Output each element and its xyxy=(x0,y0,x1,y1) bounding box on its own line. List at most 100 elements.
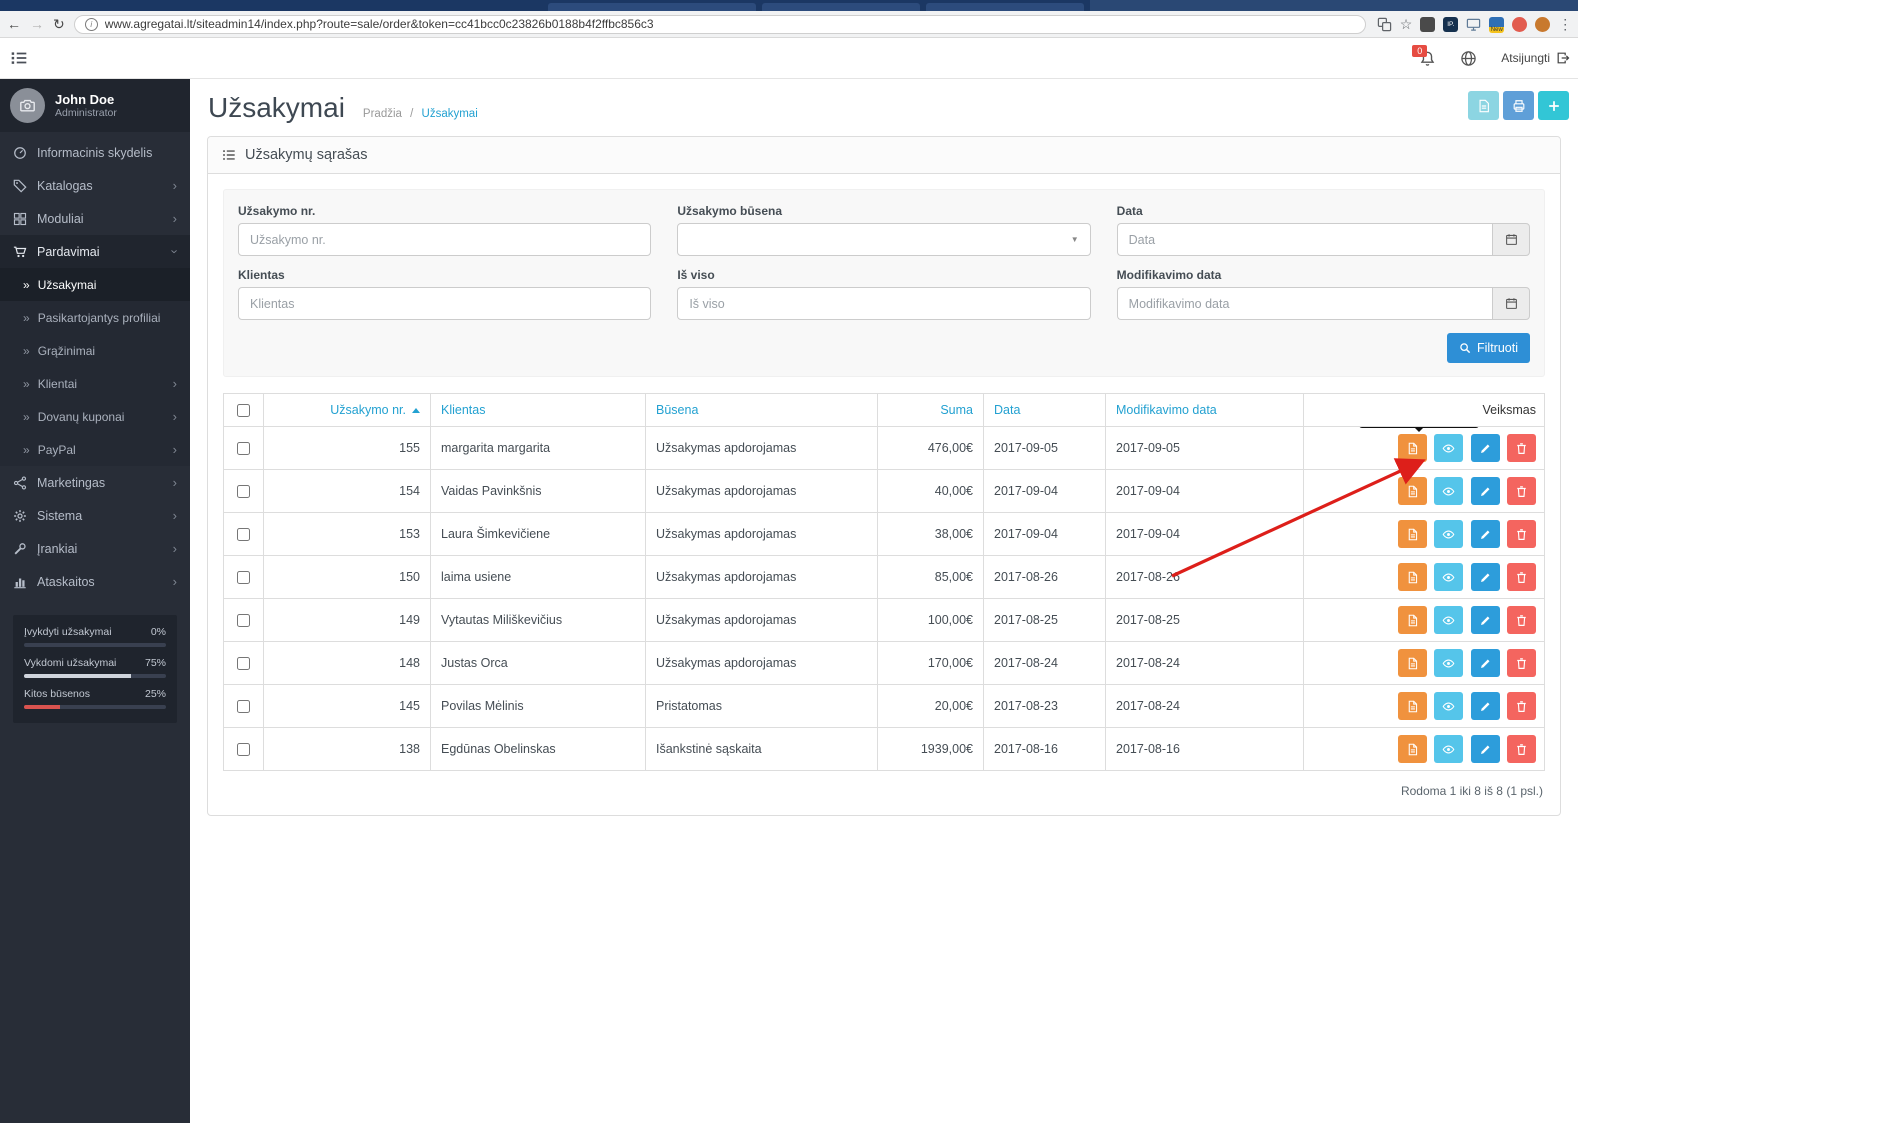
sidebar-item-dashboard[interactable]: Informacinis skydelis xyxy=(0,136,190,169)
view-order-button[interactable] xyxy=(1434,692,1464,720)
sidebar-item-reports[interactable]: Ataskaitos › xyxy=(0,565,190,598)
select-all-checkbox[interactable] xyxy=(237,404,250,418)
invoice-pdf-button[interactable] xyxy=(1397,692,1427,720)
date-calendar-button[interactable] xyxy=(1492,223,1530,256)
browser-menu-icon[interactable]: ⋮ xyxy=(1558,17,1572,31)
chevron-right-icon: › xyxy=(172,508,177,523)
browser-tab[interactable] xyxy=(548,3,756,11)
edit-order-button[interactable] xyxy=(1470,520,1500,548)
view-order-button[interactable] xyxy=(1434,735,1464,763)
new-badge-extension-icon[interactable]: New xyxy=(1489,16,1505,33)
sidebar-item-modules[interactable]: Moduliai › xyxy=(0,202,190,235)
sidebar-subitem-paypal[interactable]: » PayPal › xyxy=(0,433,190,466)
browser-address-bar[interactable]: i www.agregatai.lt/siteadmin14/index.php… xyxy=(73,14,1366,34)
delete-order-button[interactable] xyxy=(1507,606,1536,634)
sort-customer-link[interactable]: Klientas xyxy=(441,403,485,417)
translate-icon[interactable] xyxy=(1377,17,1392,32)
sidebar-item-tools[interactable]: Įrankiai › xyxy=(0,532,190,565)
edit-order-button[interactable] xyxy=(1470,735,1500,763)
invoice-pdf-button[interactable] xyxy=(1397,606,1427,634)
sidebar-item-system[interactable]: Sistema › xyxy=(0,499,190,532)
menu-toggle-button[interactable] xyxy=(10,49,28,67)
row-select-checkbox[interactable] xyxy=(237,528,250,542)
invoice-print-button[interactable] xyxy=(1468,91,1499,120)
order-status-select[interactable]: ▼ xyxy=(677,223,1091,256)
sidebar-subitem-gift-vouchers[interactable]: » Dovanų kuponai › xyxy=(0,400,190,433)
row-select-checkbox[interactable] xyxy=(237,614,250,628)
sort-order-nr-link[interactable]: Užsakymo nr. xyxy=(330,403,420,417)
sort-modified-link[interactable]: Modifikavimo data xyxy=(1116,403,1217,417)
sidebar-subitem-customers[interactable]: » Klientai › xyxy=(0,367,190,400)
date-input[interactable] xyxy=(1116,223,1492,256)
delete-order-button[interactable] xyxy=(1507,477,1536,505)
page-info-icon[interactable]: i xyxy=(84,17,98,31)
row-select-checkbox[interactable] xyxy=(237,442,250,456)
delete-order-button[interactable] xyxy=(1507,434,1536,462)
monitor-extension-icon[interactable] xyxy=(1466,17,1481,32)
edit-order-button[interactable] xyxy=(1470,434,1500,462)
trash-icon xyxy=(1515,657,1528,670)
edit-order-button[interactable] xyxy=(1470,692,1500,720)
view-order-button[interactable] xyxy=(1434,649,1464,677)
modified-cell: 2017-09-05 xyxy=(1105,426,1304,470)
browser-back-button[interactable]: ← xyxy=(7,17,21,31)
language-button[interactable] xyxy=(1460,50,1477,67)
sidebar-item-sales[interactable]: Pardavimai › xyxy=(0,235,190,268)
view-order-button[interactable] xyxy=(1434,606,1464,634)
invoice-pdf-button[interactable] xyxy=(1397,434,1427,462)
row-select-checkbox[interactable] xyxy=(237,743,250,757)
filter-button[interactable]: Filtruoti xyxy=(1447,333,1530,363)
edit-order-button[interactable] xyxy=(1470,563,1500,591)
sort-total-link[interactable]: Suma xyxy=(940,403,973,417)
add-order-button[interactable] xyxy=(1538,91,1569,120)
edit-order-button[interactable] xyxy=(1470,649,1500,677)
sort-date-link[interactable]: Data xyxy=(994,403,1020,417)
total-input[interactable] xyxy=(677,287,1091,320)
modified-calendar-button[interactable] xyxy=(1492,287,1530,320)
orange-extension-icon[interactable] xyxy=(1535,16,1551,32)
notifications-button[interactable]: 0 xyxy=(1412,44,1436,67)
sidebar-item-marketing[interactable]: Marketingas › xyxy=(0,466,190,499)
invoice-pdf-button[interactable] xyxy=(1397,520,1427,548)
invoice-pdf-button[interactable] xyxy=(1397,477,1427,505)
ip-extension-icon[interactable]: IP. xyxy=(1443,16,1459,32)
browser-tab[interactable] xyxy=(762,3,920,11)
edit-order-button[interactable] xyxy=(1470,477,1500,505)
sidebar-subitem-recurring-profiles[interactable]: » Pasikartojantys profiliai xyxy=(0,301,190,334)
bookmark-star-icon[interactable]: ☆ xyxy=(1400,17,1413,31)
view-order-button[interactable] xyxy=(1434,477,1464,505)
sidebar-subitem-orders[interactable]: » Užsakymai xyxy=(0,268,190,301)
logout-button[interactable]: Atsijungti xyxy=(1501,51,1570,65)
order-nr-input[interactable] xyxy=(238,223,652,256)
sort-status-link[interactable]: Būsena xyxy=(656,403,698,417)
invoice-pdf-button[interactable] xyxy=(1397,563,1427,591)
breadcrumb-home-link[interactable]: Pradžia xyxy=(363,108,402,120)
delete-order-button[interactable] xyxy=(1507,520,1536,548)
red-extension-icon[interactable] xyxy=(1512,16,1528,32)
shipping-print-button[interactable] xyxy=(1503,91,1534,120)
delete-order-button[interactable] xyxy=(1507,735,1536,763)
sidebar-subitem-returns[interactable]: » Grąžinimai xyxy=(0,334,190,367)
avatar[interactable] xyxy=(10,87,45,123)
view-order-button[interactable] xyxy=(1434,434,1464,462)
invoice-pdf-button[interactable] xyxy=(1397,735,1427,763)
row-select-checkbox[interactable] xyxy=(237,485,250,499)
invoice-pdf-button[interactable] xyxy=(1397,649,1427,677)
row-select-checkbox[interactable] xyxy=(237,700,250,714)
edit-order-button[interactable] xyxy=(1470,606,1500,634)
browser-reload-button[interactable]: ↻ xyxy=(53,17,65,31)
customer-input[interactable] xyxy=(238,287,652,320)
modified-date-input[interactable] xyxy=(1116,287,1492,320)
browser-tab[interactable] xyxy=(926,3,1084,11)
browser-forward-button[interactable]: → xyxy=(30,17,44,31)
delete-order-button[interactable] xyxy=(1507,649,1536,677)
row-select-checkbox[interactable] xyxy=(237,571,250,585)
view-order-button[interactable] xyxy=(1434,563,1464,591)
eyedropper-extension-icon[interactable] xyxy=(1420,16,1436,32)
delete-order-button[interactable] xyxy=(1507,692,1536,720)
view-order-button[interactable] xyxy=(1434,520,1464,548)
sidebar-item-catalog[interactable]: Katalogas › xyxy=(0,169,190,202)
delete-order-button[interactable] xyxy=(1507,563,1536,591)
row-select-checkbox[interactable] xyxy=(237,657,250,671)
breadcrumb-current-link[interactable]: Užsakymai xyxy=(422,108,478,120)
